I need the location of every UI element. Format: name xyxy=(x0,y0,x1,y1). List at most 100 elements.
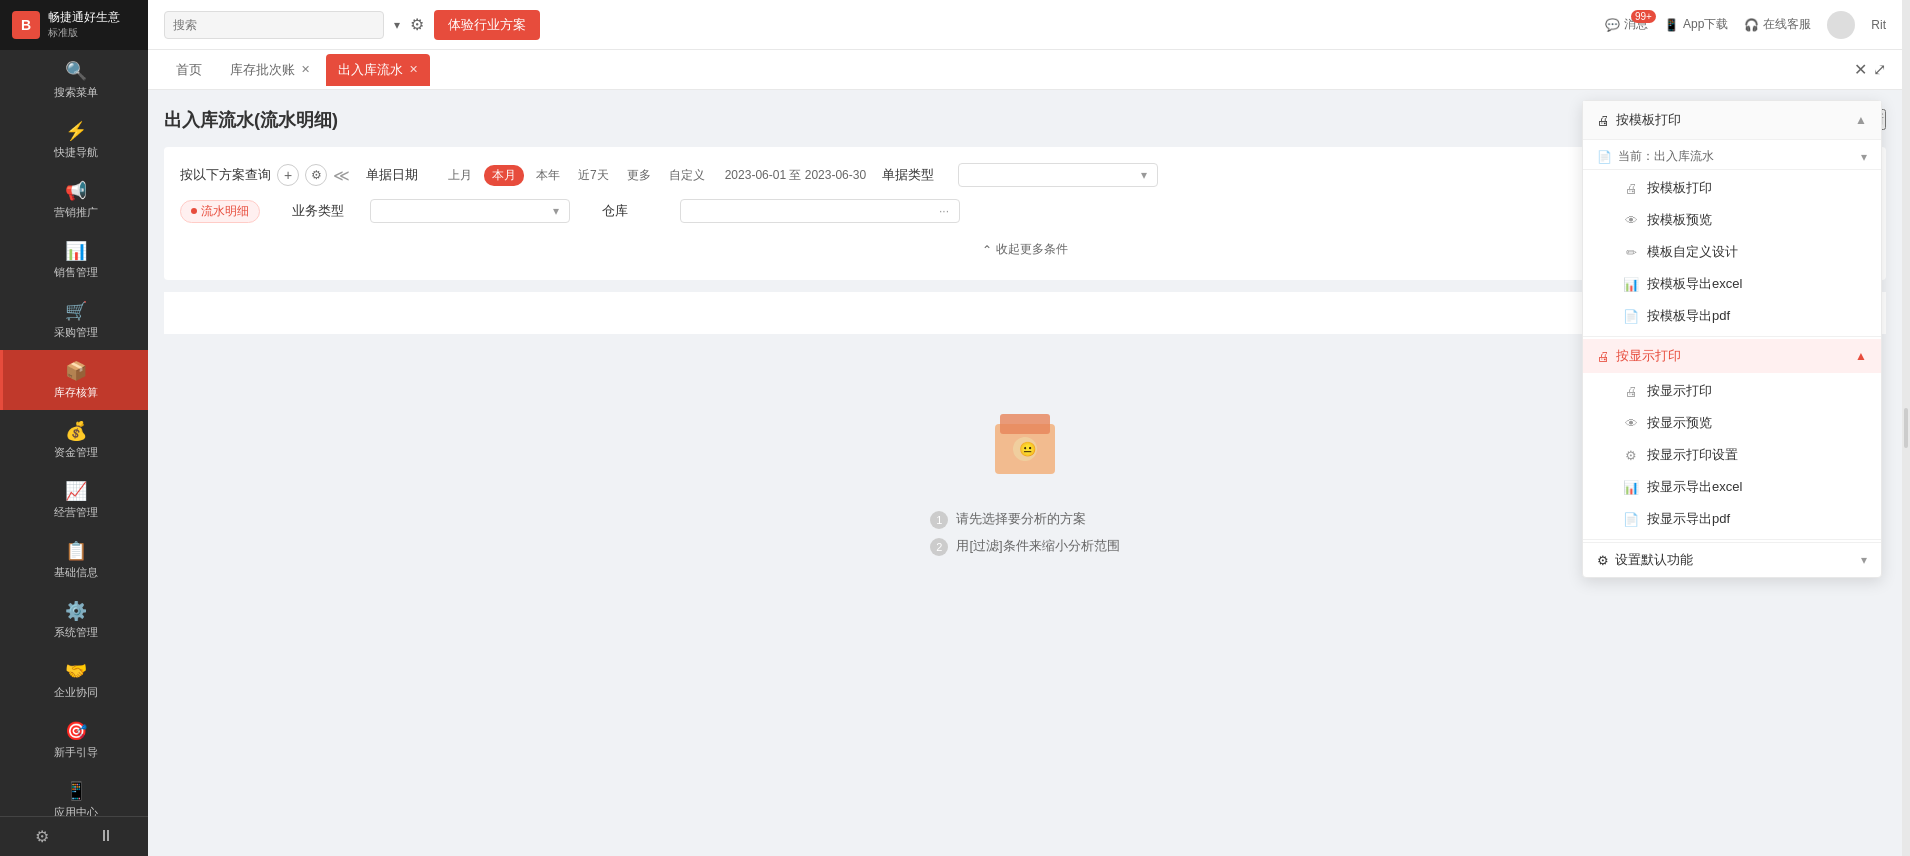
sidebar-item-guide[interactable]: 🎯 新手引导 xyxy=(0,710,148,770)
sidebar-collapse-icon[interactable]: ⏸ xyxy=(98,827,114,846)
set-default-icon: ⚙ xyxy=(1597,553,1609,568)
sidebar-item-label: 企业协同 xyxy=(54,685,98,700)
dropdown-title-label: 按模板打印 xyxy=(1616,111,1681,129)
sidebar-item-label: 销售管理 xyxy=(54,265,98,280)
sidebar-item-label: 采购管理 xyxy=(54,325,98,340)
display-section-header[interactable]: 🖨 按显示打印 ▲ xyxy=(1583,339,1881,373)
filter-label: 按以下方案查询 xyxy=(180,166,271,184)
display-section-title: 🖨 按显示打印 xyxy=(1597,347,1681,365)
date-shortcut-this-year[interactable]: 本年 xyxy=(530,165,566,186)
search-dropdown-icon[interactable]: ▾ xyxy=(394,18,400,32)
sidebar-item-marketing[interactable]: 📢 营销推广 xyxy=(0,170,148,230)
sidebar-item-search[interactable]: 🔍 搜索菜单 xyxy=(0,50,148,110)
current-template-label: 当前：出入库流水 xyxy=(1618,148,1714,165)
sidebar-item-system[interactable]: ⚙️ 系统管理 xyxy=(0,590,148,650)
tab-inventory-batch-close[interactable]: ✕ xyxy=(301,63,310,76)
sidebar-item-sales[interactable]: 📊 销售管理 xyxy=(0,230,148,290)
tab-home[interactable]: 首页 xyxy=(164,54,214,86)
display-print-item[interactable]: 🖨 按显示打印 xyxy=(1583,375,1881,407)
doc-type-select[interactable]: ▾ xyxy=(958,163,1158,187)
date-field-label: 单据日期 xyxy=(366,166,436,184)
date-shortcut-7days[interactable]: 近7天 xyxy=(572,165,615,186)
date-shortcut-custom[interactable]: 自定义 xyxy=(663,165,711,186)
warehouse-select[interactable]: ··· xyxy=(680,199,960,223)
filter-add-btn[interactable]: + xyxy=(277,164,299,186)
set-default-label: 设置默认功能 xyxy=(1615,551,1693,569)
sidebar-item-finance[interactable]: 💰 资金管理 xyxy=(0,410,148,470)
template-section: 🖨 按模板打印 👁 按模板预览 ✏ 模板自定义设计 📊 按模板导出excel 📄 xyxy=(1583,170,1881,334)
sidebar-item-inventory[interactable]: 📦 库存核算 xyxy=(0,350,148,410)
sidebar-item-app-center[interactable]: 📱 应用中心 xyxy=(0,770,148,816)
display-print-icon: 🖨 xyxy=(1623,383,1639,399)
template-pdf-item[interactable]: 📄 按模板导出pdf xyxy=(1583,300,1881,332)
print-header-icon: 🖨 xyxy=(1597,113,1610,128)
display-pdf-label: 按显示导出pdf xyxy=(1647,510,1730,528)
template-excel-item[interactable]: 📊 按模板导出excel xyxy=(1583,268,1881,300)
sidebar-item-cooperation[interactable]: 🤝 企业协同 xyxy=(0,650,148,710)
display-print-settings-item[interactable]: ⚙ 按显示打印设置 xyxy=(1583,439,1881,471)
service-btn[interactable]: 🎧 在线客服 xyxy=(1744,16,1811,33)
display-excel-item[interactable]: 📊 按显示导出excel xyxy=(1583,471,1881,503)
set-default-btn[interactable]: ⚙ 设置默认功能 xyxy=(1597,551,1693,569)
topbar-search-area xyxy=(164,11,384,39)
business-type-select[interactable]: ▾ xyxy=(370,199,570,223)
app-logo: B 畅捷通好生意 标准版 xyxy=(0,0,148,50)
empty-step-2: 2 用[过滤]条件来缩小分析范围 xyxy=(930,537,1119,556)
sidebar-item-quick-nav[interactable]: ⚡ 快捷导航 xyxy=(0,110,148,170)
right-sidebar-handle[interactable] xyxy=(1902,0,1910,856)
quick-nav-icon: ⚡ xyxy=(65,120,87,142)
service-label: 在线客服 xyxy=(1763,16,1811,33)
display-pdf-item[interactable]: 📄 按显示导出pdf xyxy=(1583,503,1881,535)
current-arrow-icon: ▾ xyxy=(1861,150,1867,164)
tab-maximize-btn[interactable]: ⤢ xyxy=(1873,60,1886,79)
filter-collapse-arrows[interactable]: ≪ xyxy=(333,166,350,185)
sidebar-item-operations[interactable]: 📈 经营管理 xyxy=(0,470,148,530)
date-shortcut-this-month[interactable]: 本月 xyxy=(484,165,524,186)
empty-icon: 😐 xyxy=(975,394,1075,494)
warehouse-more-icon: ··· xyxy=(939,204,949,218)
industry-btn[interactable]: 体验行业方案 xyxy=(434,10,540,40)
sidebar-item-label: 库存核算 xyxy=(54,385,98,400)
business-type-label: 业务类型 xyxy=(292,202,362,220)
template-excel-label: 按模板导出excel xyxy=(1647,275,1742,293)
display-preview-item[interactable]: 👁 按显示预览 xyxy=(1583,407,1881,439)
logo-icon: B xyxy=(12,11,40,39)
set-default-arrow-icon: ▾ xyxy=(1861,553,1867,567)
topbar-gear-icon[interactable]: ⚙ xyxy=(410,15,424,34)
app-download-btn[interactable]: 📱 App下载 xyxy=(1664,16,1728,33)
display-settings-label: 按显示打印设置 xyxy=(1647,446,1738,464)
sidebar-item-basic-info[interactable]: 📋 基础信息 xyxy=(0,530,148,590)
tab-close-btn[interactable]: ✕ xyxy=(1854,60,1867,79)
page-title: 出入库流水(流水明细) xyxy=(164,108,338,132)
display-section-label: 按显示打印 xyxy=(1616,347,1681,365)
purchase-icon: 🛒 xyxy=(65,300,87,322)
notification-btn[interactable]: 💬 消息 99+ xyxy=(1605,16,1648,33)
display-print-label: 按显示打印 xyxy=(1647,382,1712,400)
app-center-icon: 📱 xyxy=(65,780,87,802)
tab-inventory-batch[interactable]: 库存批次账 ✕ xyxy=(218,54,322,86)
template-custom-item[interactable]: ✏ 模板自定义设计 xyxy=(1583,236,1881,268)
doc-type-label: 单据类型 xyxy=(882,166,952,184)
search-input[interactable] xyxy=(164,11,384,39)
sidebar-item-label: 营销推广 xyxy=(54,205,98,220)
settings-gear-icon[interactable]: ⚙ xyxy=(35,827,49,846)
tab-inout-flow[interactable]: 出入库流水 ✕ xyxy=(326,54,430,86)
date-shortcut-last-month[interactable]: 上月 xyxy=(442,165,478,186)
dropdown-header-arrow-icon[interactable]: ▲ xyxy=(1855,113,1867,127)
finance-icon: 💰 xyxy=(65,420,87,442)
sidebar-item-label: 快捷导航 xyxy=(54,145,98,160)
display-section-items: 🖨 按显示打印 👁 按显示预览 ⚙ 按显示打印设置 📊 按显示导出excel 📄 xyxy=(1583,373,1881,537)
sidebar-item-label: 经营管理 xyxy=(54,505,98,520)
dropdown-header: 🖨 按模板打印 ▲ xyxy=(1583,101,1881,140)
date-shortcut-more[interactable]: 更多 xyxy=(621,165,657,186)
sidebar-item-purchase[interactable]: 🛒 采购管理 xyxy=(0,290,148,350)
template-preview-item[interactable]: 👁 按模板预览 xyxy=(1583,204,1881,236)
filter-settings-btn[interactable]: ⚙ xyxy=(305,164,327,186)
step-1-text: 请先选择要分析的方案 xyxy=(956,510,1086,528)
tab-home-label: 首页 xyxy=(176,61,202,79)
avatar[interactable] xyxy=(1827,11,1855,39)
tab-inout-flow-close[interactable]: ✕ xyxy=(409,63,418,76)
template-print-item[interactable]: 🖨 按模板打印 xyxy=(1583,172,1881,204)
warehouse-label: 仓库 xyxy=(602,202,672,220)
sidebar-nav: 🔍 搜索菜单 ⚡ 快捷导航 📢 营销推广 📊 销售管理 🛒 采购管理 📦 xyxy=(0,50,148,816)
